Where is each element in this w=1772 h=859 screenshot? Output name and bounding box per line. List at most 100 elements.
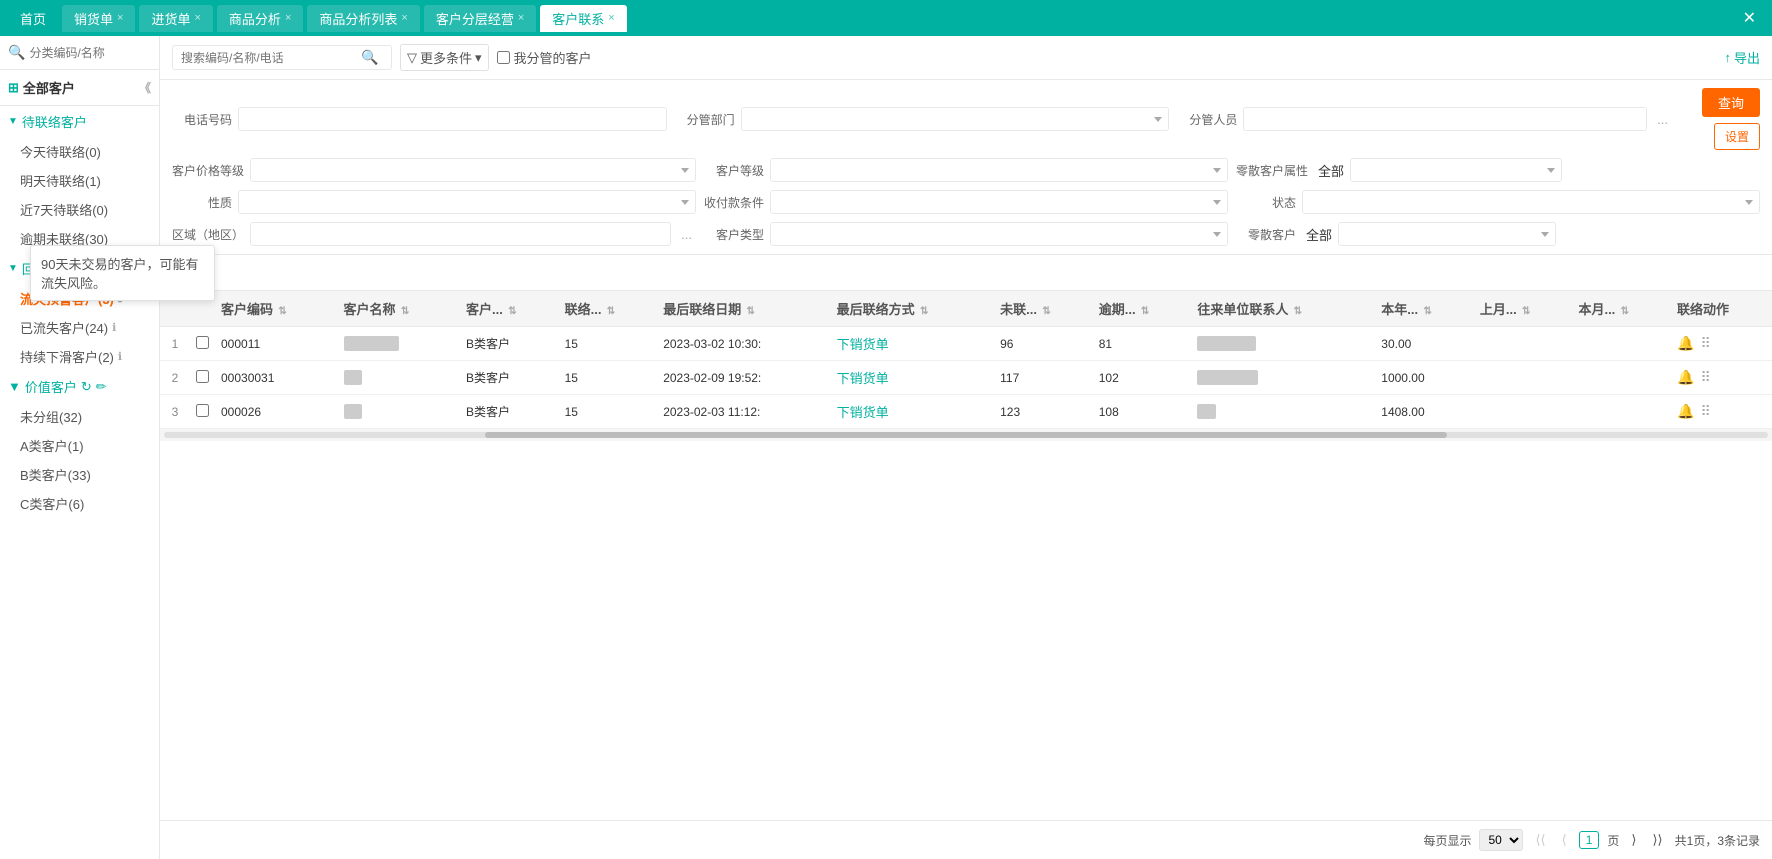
cell-contact-count: 15 [559,361,658,395]
col-name[interactable]: 客户名称 ⇅ [338,291,461,327]
zero-attr-select[interactable] [1350,158,1562,182]
col-type[interactable]: 客户... ⇅ [460,291,559,327]
sidebar-item-b-class[interactable]: B类客户(33) [0,460,159,489]
region-input[interactable] [250,222,671,246]
gender-select[interactable] [238,190,696,214]
sidebar-all-customers[interactable]: ⊞ 全部客户 《 [0,70,159,106]
window-close-button[interactable]: ✕ [1735,8,1764,28]
dept-select[interactable] [741,107,1170,131]
sidebar-section-value[interactable]: ▼ 价值客户 ↻ ✏ [0,371,159,402]
phone-input[interactable] [238,107,667,131]
settings-button[interactable]: 设置 [1714,123,1760,150]
sidebar-section-pending[interactable]: ▼ 待联络客户 [0,106,159,137]
nav-tab-analysis-list[interactable]: 商品分析列表 × [307,5,419,32]
nav-tab-sales[interactable]: 销货单 × [62,5,135,32]
col-last-date[interactable]: 最后联络日期 ⇅ [657,291,830,327]
close-icon[interactable]: × [401,12,407,24]
last-page-button[interactable]: ⟩⟩ [1648,830,1666,850]
status-select[interactable] [1302,190,1760,214]
nav-home[interactable]: 首页 [8,5,58,32]
col-this-year[interactable]: 本年... ⇅ [1375,291,1474,327]
close-icon[interactable]: × [608,12,614,24]
payment-select[interactable] [770,190,1228,214]
refresh-icon[interactable]: ↻ [81,379,92,395]
sidebar-search-input[interactable] [29,46,151,60]
col-code[interactable]: 客户编码 ⇅ [215,291,338,327]
last-method-link[interactable]: 下销货单 [837,337,889,352]
filter-row-2: 客户价格等级 客户等级 零散客户属性 全部 [172,158,1760,182]
row-no: 2 [160,361,190,395]
nav-tab-customer-contact[interactable]: 客户联系 × [540,5,626,32]
my-customers-checkbox-label[interactable]: 我分管的客户 [497,48,592,67]
customer-type-select[interactable] [770,222,1228,246]
grade-select[interactable] [770,158,1228,182]
row-checkbox[interactable] [196,336,209,349]
cell-code: 00030031 [215,361,338,395]
filter-row-4: 区域（地区） ... 客户类型 零散客户 全部 [172,222,1760,246]
sidebar-item-c-class[interactable]: C类客户(6) [0,489,159,518]
col-liaison[interactable]: 往来单位联系人 ⇅ [1191,291,1375,327]
nav-tab-analysis[interactable]: 商品分析 × [217,5,303,32]
filter-zero-attr: 零散客户属性 全部 [1236,158,1760,182]
cell-last-method: 下销货单 [831,395,994,429]
export-button[interactable]: ↑ 导出 [1724,48,1760,67]
staff-input[interactable] [1243,107,1647,131]
last-method-link[interactable]: 下销货单 [837,371,889,386]
contact-icon[interactable]: 🔔 [1677,335,1694,352]
more-icon[interactable]: ⠿ [1700,369,1710,386]
zero-customer-select[interactable] [1338,222,1556,246]
sort-icon: ⇅ [1423,306,1431,317]
first-page-button[interactable]: ⟨⟨ [1531,830,1549,850]
more-icon[interactable]: ⠿ [1700,403,1710,420]
row-checkbox[interactable] [196,404,209,417]
more-icon[interactable]: ⠿ [1700,335,1710,352]
col-contact-count[interactable]: 联络... ⇅ [559,291,658,327]
col-uncontacted[interactable]: 未联... ⇅ [994,291,1093,327]
search-button[interactable]: 🔍 [361,49,378,66]
sidebar-item-churned[interactable]: 已流失客户(24) ℹ [0,313,159,342]
search-input[interactable] [181,51,361,65]
page-size-select[interactable]: 50 [1479,829,1523,851]
horizontal-scrollbar[interactable] [160,429,1772,441]
next-page-button[interactable]: ⟩ [1627,830,1640,850]
prev-page-button[interactable]: ⟨ [1558,830,1571,850]
scrollbar-thumb[interactable] [485,432,1447,438]
cell-last-month [1474,327,1573,361]
nav-tab-customer-mgmt[interactable]: 客户分层经营 × [424,5,536,32]
sort-icon: ⇅ [607,306,615,317]
price-grade-select[interactable] [250,158,696,182]
sidebar-item-a-class[interactable]: A类客户(1) [0,431,159,460]
current-page[interactable]: 1 [1579,831,1600,849]
contact-icon[interactable]: 🔔 [1677,403,1694,420]
query-button[interactable]: 查询 [1702,88,1760,117]
collapse-icon[interactable]: 《 [139,79,151,96]
nav-tab-purchase[interactable]: 进货单 × [139,5,212,32]
sidebar-item-7days[interactable]: 近7天待联络(0) [0,195,159,224]
my-customers-checkbox[interactable] [497,51,510,64]
edit-icon[interactable]: ✏ [96,379,107,395]
row-checkbox[interactable] [196,370,209,383]
contact-icon[interactable]: 🔔 [1677,369,1694,386]
sidebar-item-ungrouped[interactable]: 未分组(32) [0,402,159,431]
close-icon[interactable]: × [285,12,291,24]
cell-uncontacted: 117 [994,361,1093,395]
sidebar-item-tomorrow[interactable]: 明天待联络(1) [0,166,159,195]
grade-label: 客户等级 [704,162,764,179]
col-last-month[interactable]: 上月... ⇅ [1474,291,1573,327]
region-more-icon[interactable]: ... [677,227,696,242]
col-last-method[interactable]: 最后联络方式 ⇅ [831,291,994,327]
staff-more-icon[interactable]: ... [1653,112,1672,127]
cell-actions: 🔔 ⠿ [1671,395,1772,429]
sidebar-item-today[interactable]: 今天待联络(0) [0,137,159,166]
more-conditions-button[interactable]: ▽ 更多条件 ▾ [400,44,489,71]
cell-actions: 🔔 ⠿ [1671,327,1772,361]
close-icon[interactable]: × [518,12,524,24]
close-icon[interactable]: × [117,12,123,24]
sidebar-item-declining[interactable]: 持续下滑客户(2) ℹ [0,342,159,371]
last-method-link[interactable]: 下销货单 [837,405,889,420]
col-overdue[interactable]: 逾期... ⇅ [1093,291,1192,327]
main-layout: 🔍 ⊞ 全部客户 《 ▼ 待联络客户 今天待联络(0) 明天待联络(1) 近7天… [0,36,1772,859]
close-icon[interactable]: × [194,12,200,24]
filter-row-3: 性质 收付款条件 状态 [172,190,1760,214]
col-this-month[interactable]: 本月... ⇅ [1572,291,1671,327]
